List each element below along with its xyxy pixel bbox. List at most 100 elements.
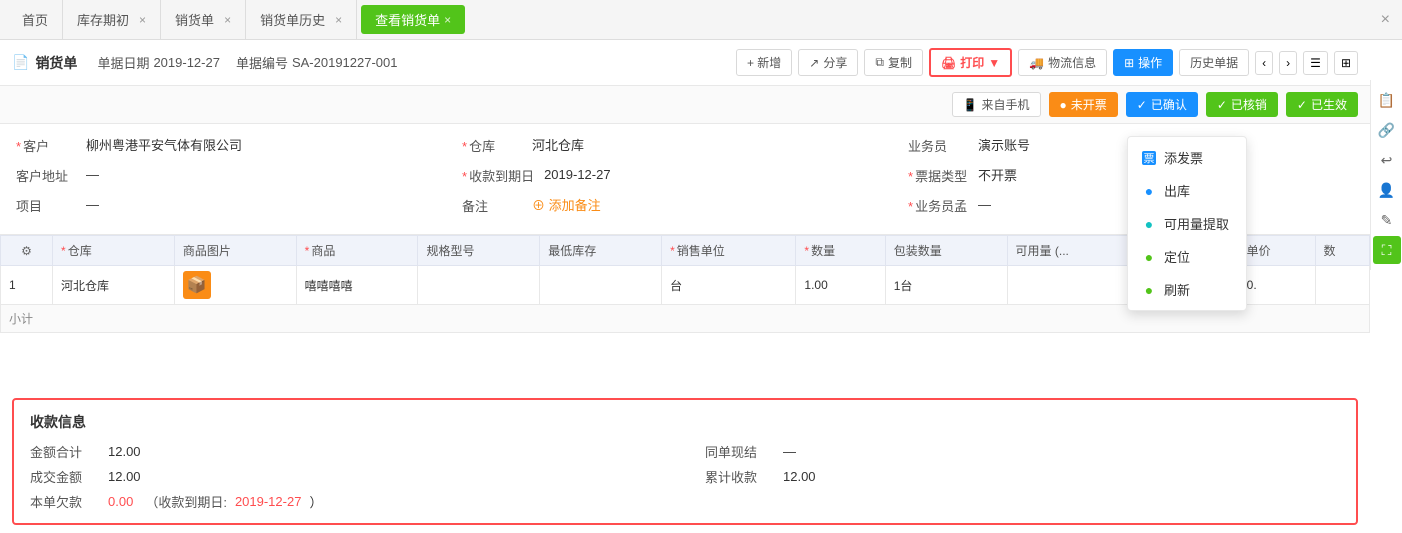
available-qty-icon: ● — [1142, 217, 1156, 231]
payment-date-value: 2019-12-27 — [540, 166, 660, 184]
status-row: 📱 来自手机 ● 未开票 ✓ 已确认 ✓ 已核销 ✓ 已生效 — [0, 86, 1370, 124]
owe-note: （收款到期日: — [145, 492, 227, 511]
remark-add-btn[interactable]: ⊕ 添加备注 — [528, 194, 648, 216]
next-button[interactable]: › — [1279, 51, 1297, 75]
cumulative-value: 12.00 — [783, 469, 816, 484]
customer-value: 柳州粤港平安气体有限公司 — [82, 134, 246, 156]
history-button[interactable]: 历史单据 — [1179, 49, 1249, 76]
payment-info-panel: 收款信息 金额合计 12.00 同单现结 — 成交金额 12.00 累计收款 1… — [12, 398, 1358, 525]
share-button[interactable]: ↗ 分享 — [798, 49, 858, 76]
logistics-button[interactable]: 🚚 物流信息 — [1018, 49, 1107, 76]
product-thumbnail: 📦 — [183, 271, 211, 299]
operate-dropdown-menu: 票 添发票 ● 出库 ● 可用量提取 ● 定位 ● 刷新 — [1127, 136, 1247, 311]
close-tab-view-sales[interactable]: × — [444, 13, 451, 27]
close-tab-sales-history[interactable]: × — [335, 13, 342, 27]
tab-inventory[interactable]: 库存期初 × — [63, 0, 161, 39]
customer-label: 客户 — [16, 136, 76, 155]
close-tab-sales[interactable]: × — [224, 13, 231, 27]
right-link-btn[interactable]: 🔗 — [1373, 116, 1401, 144]
sales-order-icon: 📄 — [12, 54, 29, 71]
owe-item: 本单欠款 0.00 （收款到期日: 2019-12-27 ） — [30, 492, 665, 511]
dropdown-refresh[interactable]: ● 刷新 — [1128, 273, 1246, 306]
row-warehouse: 河北仓库 — [53, 266, 175, 305]
payment-date-field: 收款到期日 2019-12-27 — [462, 166, 908, 185]
confirm-button[interactable]: ✓ 已确认 — [1126, 92, 1198, 117]
row-pack-qty: 1台 — [885, 266, 1007, 305]
dropdown-outbound[interactable]: ● 出库 — [1128, 174, 1246, 207]
warehouse-column-header: 仓库 — [53, 236, 175, 266]
owe-value: 0.00 — [108, 494, 133, 509]
tab-sales-history[interactable]: 销货单历史 × — [246, 0, 357, 39]
list-view-button[interactable]: ☰ — [1303, 51, 1328, 75]
available-column-header: 可用量 (... — [1007, 236, 1139, 266]
copy-button[interactable]: ⧉ 复制 — [864, 49, 923, 76]
right-edit-btn[interactable]: ✎ — [1373, 206, 1401, 234]
unit-column-header: 销售单位 — [662, 236, 796, 266]
row-price: 0. — [1238, 266, 1315, 305]
warehouse-field: 仓库 河北仓库 — [462, 134, 908, 156]
grid-view-button[interactable]: ⊞ — [1334, 51, 1358, 75]
right-toolbar: 📋 🔗 ↩ 👤 ✎ ⛶ — [1370, 80, 1402, 270]
outbound-icon: ● — [1142, 184, 1156, 198]
right-user-btn[interactable]: 👤 — [1373, 176, 1401, 204]
prev-button[interactable]: ‹ — [1255, 51, 1273, 75]
row-spec — [418, 266, 540, 305]
new-button[interactable]: + 新增 — [736, 49, 792, 76]
price-column-header: 单价 — [1238, 236, 1315, 266]
print-dropdown-arrow: ▼ — [988, 56, 1000, 70]
cumulative-label: 累计收款 — [705, 467, 775, 486]
product-column-header: 商品 — [296, 236, 418, 266]
product-img-column-header: 商品图片 — [174, 236, 296, 266]
row-no: 1 — [1, 266, 53, 305]
dropdown-locate[interactable]: ● 定位 — [1128, 240, 1246, 273]
confirm-icon: ✓ — [1137, 98, 1147, 112]
print-icon: 🖨 — [941, 56, 956, 70]
row-amount — [1315, 266, 1369, 305]
document-toolbar: 📄 销货单 单据日期 2019-12-27 单据编号 SA-20191227-0… — [0, 40, 1370, 86]
global-close-button[interactable]: × — [1381, 11, 1390, 29]
qty-column-header: 数量 — [796, 236, 885, 266]
tab-sales[interactable]: 销货单 × — [161, 0, 246, 39]
tab-home[interactable]: 首页 — [8, 0, 63, 39]
row-product-img: 📦 — [174, 266, 296, 305]
right-copy-btn[interactable]: 📋 — [1373, 86, 1401, 114]
right-expand-btn[interactable]: ⛶ — [1373, 236, 1401, 264]
document-title-area: 📄 销货单 — [12, 53, 77, 73]
void-icon: ✓ — [1217, 98, 1227, 112]
ticket-icon: ● — [1060, 98, 1067, 112]
operate-button[interactable]: ⊞ 操作 — [1113, 49, 1173, 76]
tab-view-sales-order[interactable]: 查看销货单 × — [361, 5, 465, 34]
project-value: — — [82, 196, 202, 214]
void-button[interactable]: ✓ 已核销 — [1206, 92, 1278, 117]
locate-icon: ● — [1142, 250, 1156, 264]
right-return-btn[interactable]: ↩ — [1373, 146, 1401, 174]
copy-icon: ⧉ — [875, 55, 884, 70]
deal-amount-value: 12.00 — [108, 469, 141, 484]
gear-column-header[interactable]: ⚙ — [1, 236, 53, 266]
effective-button[interactable]: ✓ 已生效 — [1286, 92, 1358, 117]
amount-column-header: 数 — [1315, 236, 1369, 266]
same-order-value: — — [783, 444, 796, 459]
same-order-item: 同单现结 — — [705, 442, 1340, 461]
dropdown-available-qty[interactable]: ● 可用量提取 — [1128, 207, 1246, 240]
deal-amount-item: 成交金额 12.00 — [30, 467, 665, 486]
row-min-stock — [540, 266, 662, 305]
truck-icon: 🚚 — [1029, 56, 1044, 70]
close-tab-inventory[interactable]: × — [139, 13, 146, 27]
warehouse-label: 仓库 — [462, 136, 522, 155]
doc-date-value: 2019-12-27 — [153, 55, 220, 70]
dropdown-add-invoice[interactable]: 票 添发票 — [1128, 141, 1246, 174]
doc-no-value: SA-20191227-001 — [292, 55, 398, 70]
not-open-button[interactable]: ● 未开票 — [1049, 92, 1118, 117]
print-button[interactable]: 🖨 打印 ▼ — [929, 48, 1012, 77]
payment-date-label: 收款到期日 — [462, 166, 534, 185]
deal-amount-label: 成交金额 — [30, 467, 100, 486]
row-unit: 台 — [662, 266, 796, 305]
sales-label: 业务员孟 — [908, 196, 968, 215]
tab-bar: 首页 库存期初 × 销货单 × 销货单历史 × 查看销货单 × × — [0, 0, 1402, 40]
from-mobile-button[interactable]: 📱 来自手机 — [952, 92, 1041, 117]
cumulative-item: 累计收款 12.00 — [705, 467, 1340, 486]
payment-info-title: 收款信息 — [30, 412, 1340, 432]
row-qty: 1.00 — [796, 266, 885, 305]
owe-date: 2019-12-27 — [235, 494, 302, 509]
